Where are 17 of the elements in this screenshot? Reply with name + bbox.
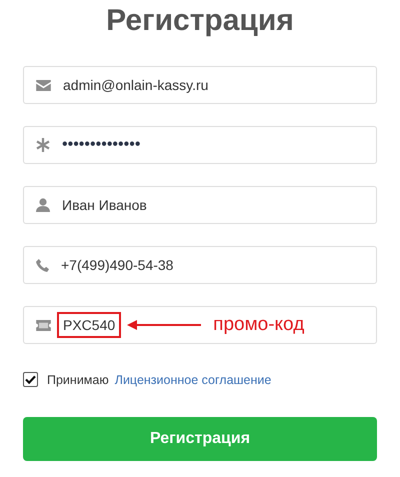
license-link[interactable]: Лицензионное соглашение bbox=[114, 372, 272, 386]
user-icon bbox=[36, 198, 50, 212]
promo-code-field[interactable]: PXC540 промо-код bbox=[23, 306, 377, 344]
email-field[interactable]: admin@onlain-kassy.ru bbox=[23, 66, 377, 104]
promo-code-highlight: PXC540 bbox=[57, 312, 122, 338]
name-field[interactable]: Иван Иванов bbox=[23, 186, 377, 224]
checkbox[interactable] bbox=[23, 372, 38, 387]
ticket-icon bbox=[36, 320, 51, 330]
phone-field[interactable]: +7(499)490-54-38 bbox=[23, 246, 377, 284]
agreement-label: Принимаю bbox=[47, 372, 109, 386]
page-title: Регистрация bbox=[105, 4, 295, 38]
envelope-icon bbox=[36, 80, 51, 90]
asterisk-icon bbox=[36, 138, 50, 152]
annotation-label: промо-код bbox=[213, 314, 304, 336]
arrow-icon bbox=[127, 320, 202, 330]
phone-icon bbox=[36, 258, 49, 272]
password-field[interactable]: •••••••••••••• bbox=[23, 126, 377, 164]
